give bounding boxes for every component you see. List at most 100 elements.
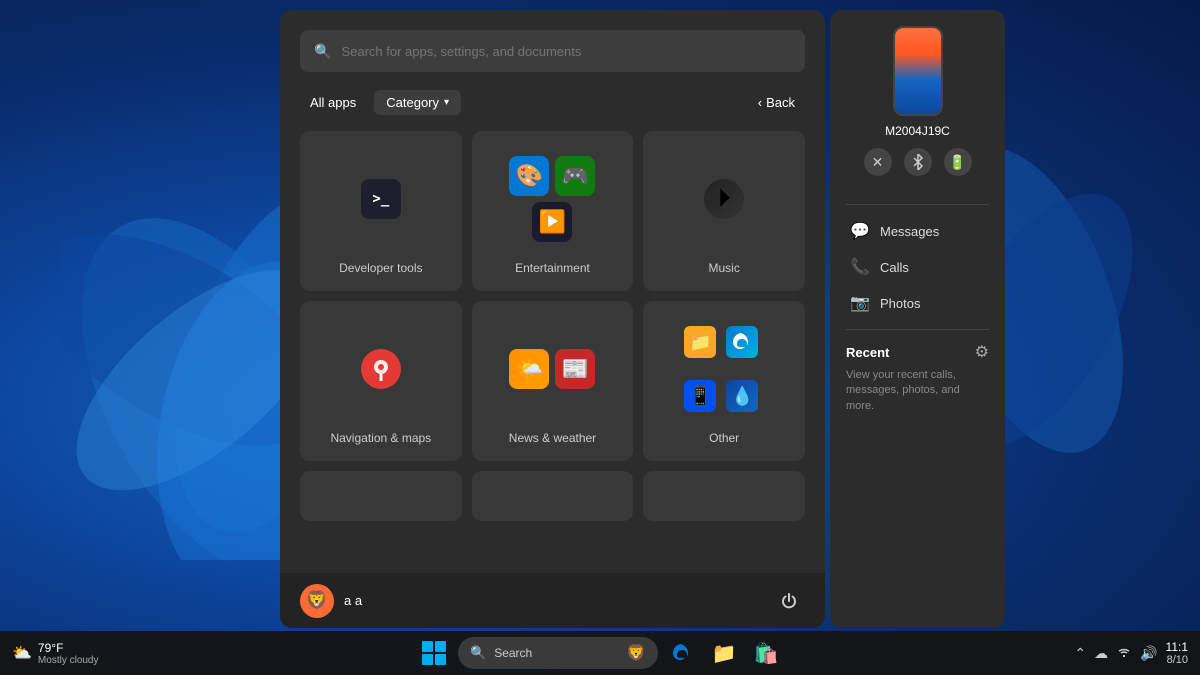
bluetooth-icon — [912, 154, 924, 170]
recent-settings-icon[interactable]: ⚙ — [975, 342, 989, 362]
network-icon[interactable]: ☁ — [1094, 645, 1108, 662]
recent-section: Recent ⚙ View your recent calls, message… — [846, 342, 989, 414]
category-other[interactable]: 📁 📱 💧 Other — [643, 301, 805, 461]
search-bar[interactable]: 🔍 — [300, 30, 805, 72]
entertainment-label: Entertainment — [515, 261, 590, 275]
phone-actions: ✕ 🔋 — [864, 148, 972, 176]
wifi-svg-icon — [1116, 644, 1132, 660]
calls-icon: 📞 — [850, 257, 870, 277]
taskbar-explorer-button[interactable]: 📁 — [706, 635, 742, 671]
phone-menu-messages[interactable]: 💬 Messages — [846, 213, 989, 249]
phone-link-icon: 📱 — [684, 380, 716, 412]
other-icons: 📁 📱 💧 — [684, 317, 764, 421]
all-apps-button[interactable]: All apps — [300, 90, 366, 115]
recent-desc: View your recent calls, messages, photos… — [846, 368, 989, 414]
music-icons: ⏵ — [659, 147, 789, 251]
user-info[interactable]: 🦁 a a — [300, 584, 362, 618]
taskbar-search-icon: 🔍 — [470, 645, 486, 661]
weather-info: 79°F Mostly cloudy — [38, 641, 99, 666]
taskbar-store-button[interactable]: 🛍️ — [748, 635, 784, 671]
developer-tools-icons: >_ — [316, 147, 446, 251]
phone-disconnect-button[interactable]: ✕ — [864, 148, 892, 176]
category-entertainment[interactable]: 🎨 🎮 ▶️ Entertainment — [472, 131, 634, 291]
start-footer: 🦁 a a — [280, 573, 825, 628]
clock-time: 11:1 — [1166, 640, 1188, 654]
weather-icon: 🌤️ — [509, 349, 549, 389]
system-icons: ⌃ ☁ 🔊 — [1074, 644, 1157, 663]
phone-menu-calls[interactable]: 📞 Calls — [846, 249, 989, 285]
apps-header: All apps Category ▾ ‹ Back — [300, 90, 805, 115]
win-logo-br — [435, 654, 446, 665]
other-label: Other — [709, 431, 739, 445]
phone-name: M2004J19C — [885, 124, 950, 138]
win-logo-bl — [422, 654, 433, 665]
weather-description: Mostly cloudy — [38, 655, 99, 666]
category-button[interactable]: Category ▾ — [374, 90, 461, 115]
weather-temperature: 79°F — [38, 641, 99, 655]
win-logo-tl — [422, 641, 433, 652]
category-music[interactable]: ⏵ Music — [643, 131, 805, 291]
search-icon: 🔍 — [314, 43, 331, 60]
developer-tools-label: Developer tools — [339, 261, 422, 275]
navigation-label: Navigation & maps — [330, 431, 431, 445]
edge-icon — [726, 326, 758, 358]
partial-item-2 — [472, 471, 634, 521]
entertainment-icons-row2: ▶️ — [532, 202, 572, 242]
messages-label: Messages — [880, 224, 939, 239]
power-button[interactable] — [773, 585, 805, 617]
taskbar-edge-button[interactable] — [664, 635, 700, 671]
recent-header: Recent ⚙ — [846, 342, 989, 362]
clock-date: 8/10 — [1166, 654, 1188, 666]
photos-label: Photos — [880, 296, 920, 311]
files-icon: 📁 — [684, 326, 716, 358]
volume-icon[interactable]: 🔊 — [1140, 645, 1157, 662]
start-menu: 🔍 All apps Category ▾ ‹ Back > — [280, 10, 825, 628]
user-name: a a — [344, 593, 362, 608]
news-weather-label: News & weather — [509, 431, 596, 445]
category-developer-tools[interactable]: >_ Developer tools — [300, 131, 462, 291]
calls-label: Calls — [880, 260, 909, 275]
windows-start-button[interactable] — [416, 635, 452, 671]
partial-item-1 — [300, 471, 462, 521]
other-icon2: 💧 — [726, 380, 758, 412]
wifi-icon[interactable] — [1116, 644, 1132, 663]
chevron-up-icon[interactable]: ⌃ — [1074, 645, 1086, 662]
phone-panel: M2004J19C ✕ 🔋 💬 Messages 📞 Calls 📷 Photo… — [830, 10, 1005, 628]
phone-image — [893, 26, 943, 116]
category-navigation[interactable]: Navigation & maps — [300, 301, 462, 461]
power-icon — [779, 591, 799, 611]
category-label: Category — [386, 95, 439, 110]
phone-bluetooth-button[interactable] — [904, 148, 932, 176]
phone-menu-photos[interactable]: 📷 Photos — [846, 285, 989, 321]
taskbar-search-bar[interactable]: 🔍 Search 🦁 — [458, 637, 658, 669]
category-news-weather[interactable]: 🌤️ 📰 News & weather — [472, 301, 634, 461]
phone-battery-button[interactable]: 🔋 — [944, 148, 972, 176]
messages-icon: 💬 — [850, 221, 870, 241]
taskbar-center: 🔍 Search 🦁 📁 🛍️ — [416, 635, 784, 671]
paint-icon: 🎨 — [509, 156, 549, 196]
search-input[interactable] — [341, 44, 791, 59]
avatar: 🦁 — [300, 584, 334, 618]
partial-item-3 — [643, 471, 805, 521]
explorer-icon: 📁 — [712, 641, 737, 666]
news-weather-icons: 🌤️ 📰 — [488, 317, 618, 421]
taskbar-right: ⌃ ☁ 🔊 11:1 8/10 — [1074, 640, 1188, 666]
clock[interactable]: 11:1 8/10 — [1166, 640, 1188, 666]
apps-header-left: All apps Category ▾ — [300, 90, 461, 115]
back-label: Back — [766, 95, 795, 110]
news-icon: 📰 — [555, 349, 595, 389]
photos-icon: 📷 — [850, 293, 870, 313]
taskbar-left: ⛅ 79°F Mostly cloudy — [12, 641, 109, 666]
edge-taskbar-icon — [671, 642, 693, 664]
phone-screen — [895, 28, 941, 114]
taskbar-search-text: Search — [494, 646, 532, 660]
windows-logo — [422, 641, 446, 665]
entertainment-icons: 🎨 🎮 ▶️ — [488, 147, 618, 251]
apps-grid: >_ Developer tools 🎨 🎮 ▶️ Entertainment — [300, 131, 805, 461]
music-player-icon: ⏵ — [704, 179, 744, 219]
back-button[interactable]: ‹ Back — [748, 90, 805, 115]
divider-1 — [846, 204, 989, 205]
win-logo-tr — [435, 641, 446, 652]
bottom-partial-row — [300, 471, 805, 521]
terminal-icon: >_ — [361, 179, 401, 219]
